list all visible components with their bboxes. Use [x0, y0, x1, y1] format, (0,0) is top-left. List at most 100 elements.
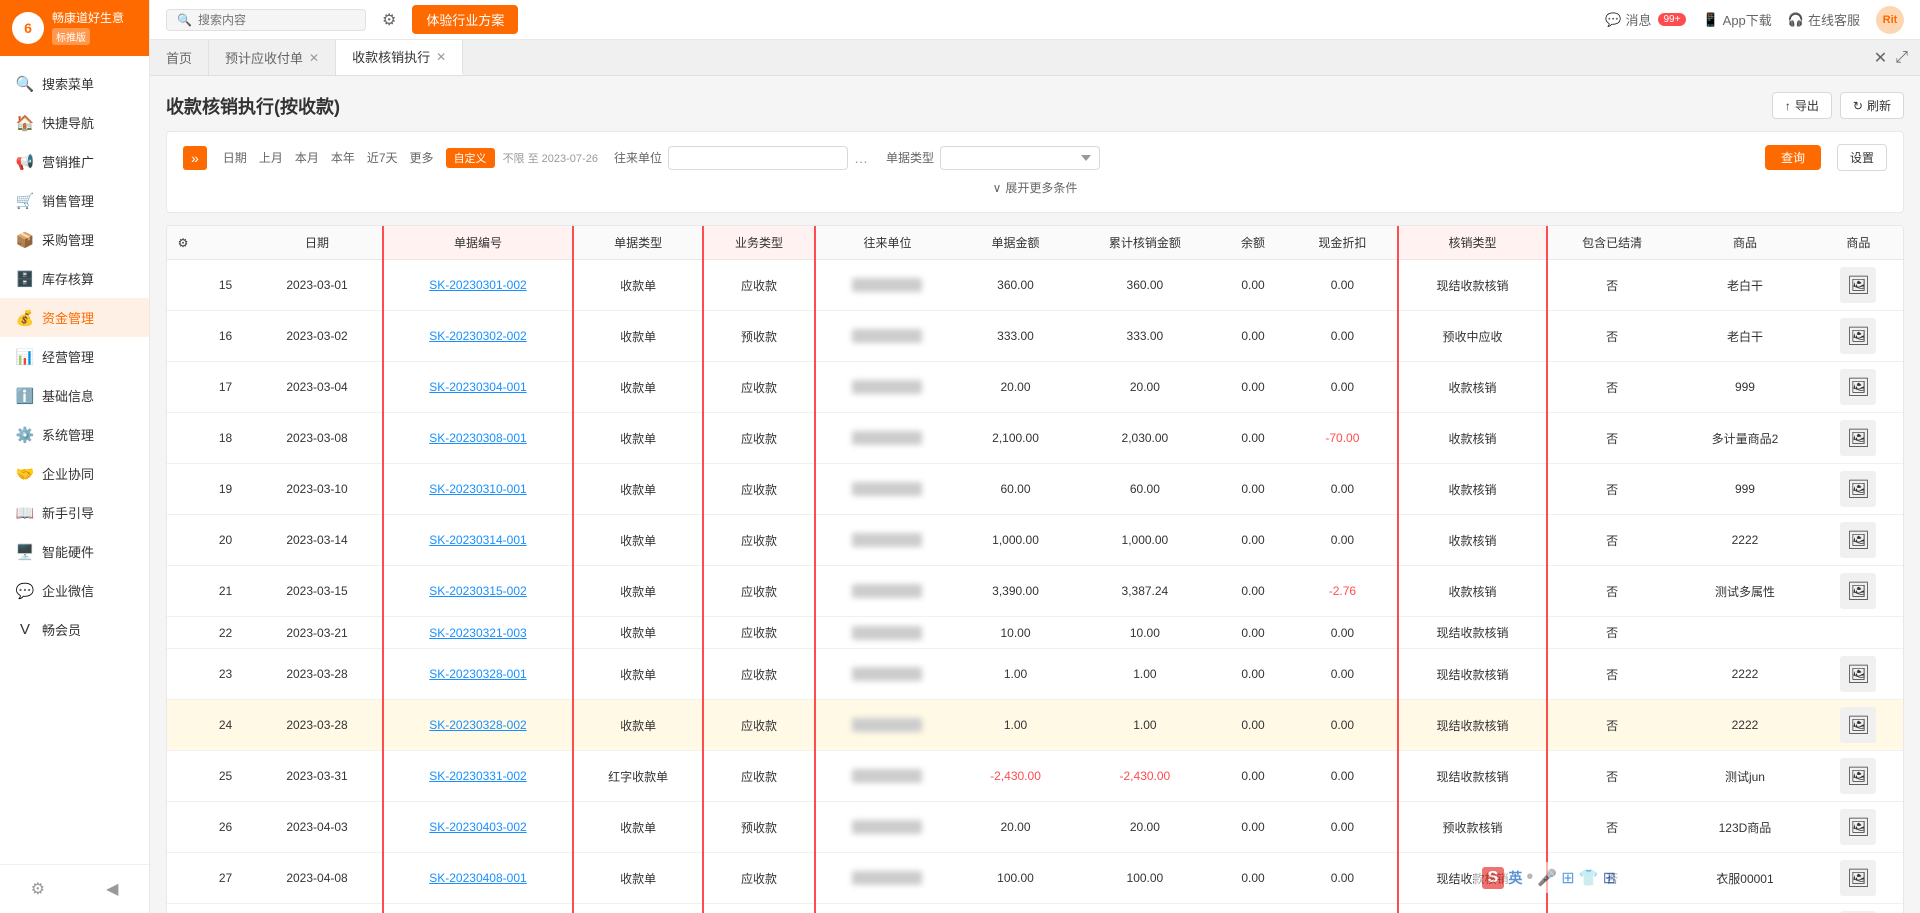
sidebar-item-operations[interactable]: 📊经营管理: [0, 337, 149, 376]
cell-product: 2222: [1676, 700, 1814, 751]
operations-icon: 📊: [16, 348, 34, 366]
table-row: 19 2023-03-10 SK-20230310-001 收款单 应收款 60…: [167, 464, 1903, 515]
settings-bottom-icon[interactable]: ⚙: [27, 875, 49, 903]
table-row: 17 2023-03-04 SK-20230304-001 收款单 应收款 20…: [167, 362, 1903, 413]
table-row: 21 2023-03-15 SK-20230315-002 收款单 应收款 3,…: [167, 566, 1903, 617]
expand-tab-icon[interactable]: ⤢: [1895, 49, 1908, 67]
sidebar-item-search[interactable]: 🔍搜索菜单: [0, 64, 149, 103]
cell-date: 2023-04-03: [252, 802, 383, 853]
sidebar-item-wechat[interactable]: 💬企业微信: [0, 571, 149, 610]
sidebar-item-hardware[interactable]: 🖥️智能硬件: [0, 532, 149, 571]
search-input-area[interactable]: 🔍: [166, 9, 366, 31]
sidebar-item-finance[interactable]: 💰资金管理: [0, 298, 149, 337]
tab-prepay-close[interactable]: ✕: [309, 51, 319, 65]
cell-biz-type: 应收款: [703, 700, 814, 751]
sidebar-item-guide[interactable]: 📖新手引导: [0, 493, 149, 532]
tab-collection-close[interactable]: ✕: [436, 50, 446, 64]
gear-icon[interactable]: ⚙: [382, 10, 396, 30]
cell-sk-no[interactable]: SK-20230301-002: [383, 260, 573, 311]
sidebar-item-marketing[interactable]: 📢营销推广: [0, 142, 149, 181]
custom-date-button[interactable]: 自定义: [446, 148, 495, 168]
sidebar-item-vip[interactable]: V畅会员: [0, 610, 149, 649]
refresh-button[interactable]: ↻ 刷新: [1840, 92, 1904, 119]
cell-total-cancel: 10.00: [1072, 617, 1218, 649]
cell-amount: -2,430.00: [959, 751, 1071, 802]
page-title: 收款核销执行(按收款): [166, 93, 340, 119]
cell-settings: [167, 362, 199, 413]
cell-cash-discount: 0.00: [1288, 464, 1398, 515]
cell-sk-no[interactable]: SK-20230308-001: [383, 413, 573, 464]
user-avatar[interactable]: Rit: [1876, 6, 1904, 34]
cell-cancel-type: 预收款核销: [1398, 802, 1547, 853]
cell-sk-no[interactable]: SK-20230408-001: [383, 853, 573, 904]
cell-total-cancel: 1.00: [1072, 649, 1218, 700]
cell-cancel-type: 收款核销: [1398, 413, 1547, 464]
th-settings[interactable]: ⚙: [167, 226, 199, 260]
sidebar-item-basic[interactable]: ℹ️基础信息: [0, 376, 149, 415]
product-thumbnail: 🖼: [1840, 809, 1876, 845]
cell-sk-no[interactable]: SK-20230321-003: [383, 617, 573, 649]
sidebar-item-purchase[interactable]: 📦采购管理: [0, 220, 149, 259]
cell-sk-no[interactable]: SK-20230331-002: [383, 751, 573, 802]
cell-bill-type: 收款单: [573, 362, 703, 413]
cell-sk-no[interactable]: SK-20230314-001: [383, 515, 573, 566]
solution-button[interactable]: 体验行业方案: [412, 5, 518, 34]
filter-expand-toggle[interactable]: »: [183, 146, 207, 170]
collapse-icon[interactable]: ◀: [102, 875, 122, 903]
tab-prepay[interactable]: 预计应收付单 ✕: [209, 40, 336, 75]
date-btn-this-month[interactable]: 本月: [291, 147, 323, 168]
cell-bill-type: 收款单: [573, 464, 703, 515]
expand-more-icon: ∨: [993, 181, 1002, 195]
date-btn-7days[interactable]: 近7天: [363, 147, 402, 168]
close-all-icon[interactable]: ✕: [1874, 48, 1887, 68]
cell-biz-type: 应收款: [703, 260, 814, 311]
sidebar-item-enterprise[interactable]: 🤝企业协同: [0, 454, 149, 493]
cell-sk-no[interactable]: SK-20230304-001: [383, 362, 573, 413]
cell-sk-no[interactable]: SK-20230310-001: [383, 464, 573, 515]
cell-cancel-type: 现结收款核销: [1398, 260, 1547, 311]
cell-sk-no[interactable]: SK-20230403-002: [383, 802, 573, 853]
export-button[interactable]: ↑ 导出: [1772, 92, 1832, 119]
cell-include-settled: 否: [1547, 802, 1676, 853]
sidebar-item-sales[interactable]: 🛒销售管理: [0, 181, 149, 220]
table-wrapper[interactable]: ⚙ 日期 单据编号 单据类型 业务类型 往来单位 单据金额 累计核销金额 余额: [167, 226, 1903, 913]
table-row: 20 2023-03-14 SK-20230314-001 收款单 应收款 1,…: [167, 515, 1903, 566]
cell-sk-no[interactable]: SK-20230418-001: [383, 904, 573, 913]
tab-collection-label: 收款核销执行: [352, 47, 430, 66]
receipt-type-select[interactable]: [940, 146, 1100, 170]
service-label: 在线客服: [1808, 10, 1860, 29]
tab-home[interactable]: 首页: [150, 40, 209, 75]
expand-more-button[interactable]: ∨ 展开更多条件: [993, 179, 1078, 196]
date-btn-last-month[interactable]: 上月: [255, 147, 287, 168]
refresh-icon: ↻: [1853, 99, 1863, 113]
cell-product-img: 🖼: [1814, 464, 1903, 515]
cell-sk-no[interactable]: SK-20230328-001: [383, 649, 573, 700]
search-input[interactable]: [198, 13, 338, 27]
app-download-item[interactable]: 📱 App下载: [1702, 10, 1771, 29]
cell-biz-type: 应收款: [703, 566, 814, 617]
cell-date: 2023-03-28: [252, 700, 383, 751]
cell-sk-no[interactable]: SK-20230328-002: [383, 700, 573, 751]
cell-sk-no[interactable]: SK-20230315-002: [383, 566, 573, 617]
cell-biz-type: 应收款: [703, 853, 814, 904]
date-label: 日期: [223, 149, 247, 166]
sidebar-item-system[interactable]: ⚙️系统管理: [0, 415, 149, 454]
cell-settings: [167, 802, 199, 853]
message-item[interactable]: 💬 消息 99+: [1605, 10, 1686, 29]
date-btn-this-year[interactable]: 本年: [327, 147, 359, 168]
cell-include-settled: 否: [1547, 311, 1676, 362]
cell-balance: 0.00: [1218, 617, 1288, 649]
cell-sk-no[interactable]: SK-20230302-002: [383, 311, 573, 362]
sidebar-item-quick-nav[interactable]: 🏠快捷导航: [0, 103, 149, 142]
query-button[interactable]: 查询: [1765, 145, 1821, 170]
sidebar-item-inventory[interactable]: 🗄️库存核算: [0, 259, 149, 298]
sidebar-label-inventory: 库存核算: [42, 269, 94, 288]
date-btn-more[interactable]: 更多: [406, 147, 438, 168]
product-thumbnail: 🖼: [1840, 522, 1876, 558]
cell-product: 123D商品: [1676, 802, 1814, 853]
tab-collection[interactable]: 收款核销执行 ✕: [336, 40, 463, 75]
cell-balance: 0.00: [1218, 413, 1288, 464]
settings-button[interactable]: 设置: [1837, 144, 1887, 171]
partner-input[interactable]: [668, 146, 848, 170]
service-item[interactable]: 🎧 在线客服: [1788, 10, 1860, 29]
